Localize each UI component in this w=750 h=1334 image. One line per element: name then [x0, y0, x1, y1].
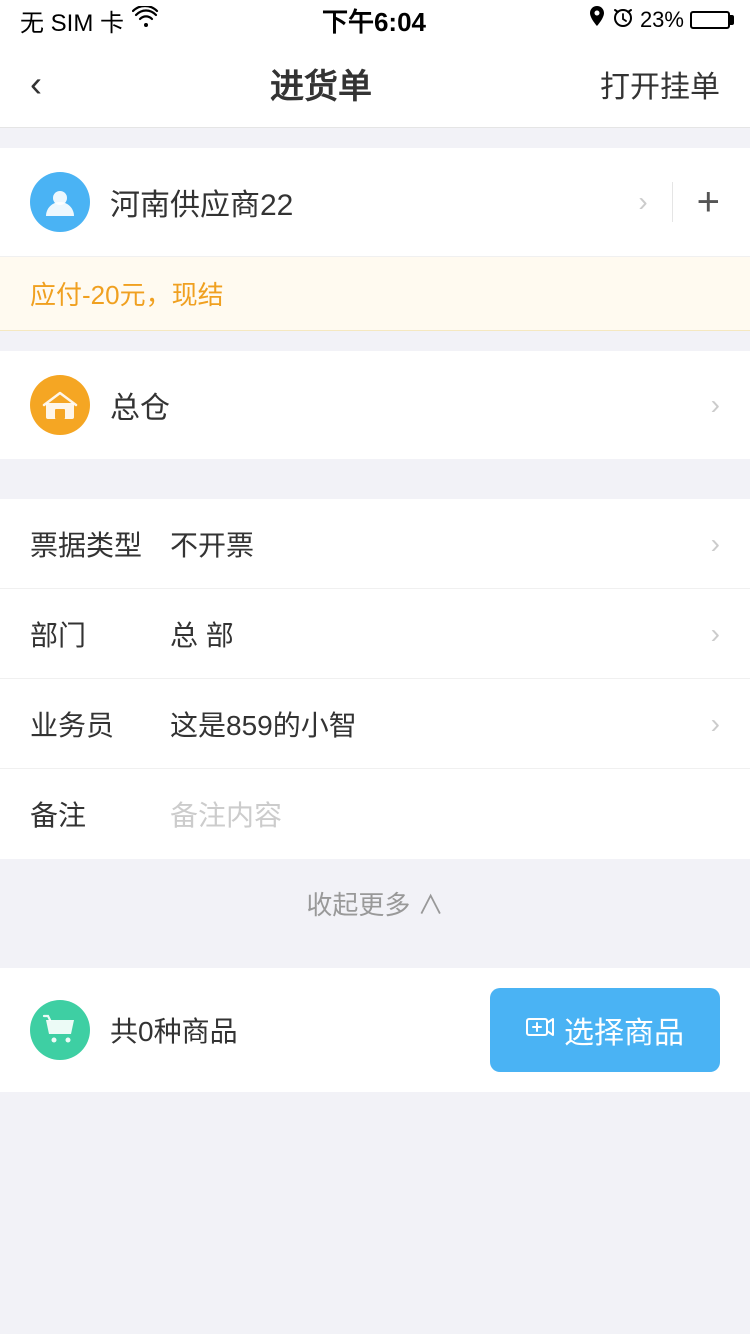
page-title: 进货单 [270, 59, 372, 108]
nav-bar: ‹ 进货单 打开挂单 [0, 40, 750, 128]
department-value: 总 部 [150, 614, 711, 654]
location-icon [588, 6, 606, 34]
status-time: 下午6:04 [322, 2, 426, 39]
alarm-icon [612, 6, 634, 34]
select-product-button[interactable]: 选择商品 [490, 988, 720, 1072]
invoice-chevron-icon: › [711, 528, 720, 560]
wifi-icon [132, 6, 160, 35]
supplier-section: 河南供应商22 › + 应付-20元，现结 [0, 148, 750, 331]
add-supplier-button[interactable]: + [697, 182, 720, 222]
battery-label: 23% [640, 7, 684, 33]
product-count: 共0种商品 [110, 1010, 490, 1050]
salesperson-label: 业务员 [30, 704, 150, 744]
collapse-button[interactable]: 收起更多 ∧ [0, 859, 750, 948]
warehouse-chevron-icon: › [711, 389, 720, 421]
section-gap-3 [0, 459, 750, 479]
remark-label: 备注 [30, 794, 150, 834]
invoice-type-value: 不开票 [150, 524, 711, 564]
warehouse-icon [30, 375, 90, 435]
supplier-avatar [30, 172, 90, 232]
supplier-name: 河南供应商22 [110, 180, 638, 224]
back-button[interactable]: ‹ [30, 63, 42, 105]
salesperson-chevron-icon: › [711, 708, 720, 740]
supplier-divider [672, 182, 673, 222]
select-product-icon [526, 1014, 554, 1046]
battery-icon [690, 11, 730, 29]
carrier-label: 无 SIM 卡 [20, 3, 124, 38]
section-gap-2 [0, 331, 750, 351]
open-pending-button[interactable]: 打开挂单 [600, 62, 720, 106]
department-label: 部门 [30, 614, 150, 654]
product-cart-icon [30, 1000, 90, 1060]
status-bar: 无 SIM 卡 下午6:04 23% [0, 0, 750, 40]
warehouse-row[interactable]: 总仓 › [0, 351, 750, 459]
notice-bar: 应付-20元，现结 [0, 257, 750, 331]
salesperson-row[interactable]: 业务员 这是859的小智 › [0, 679, 750, 769]
form-section: 票据类型 不开票 › 部门 总 部 › 业务员 这是859的小智 › 备注 备注… [0, 499, 750, 859]
status-right: 23% [588, 6, 730, 34]
department-row[interactable]: 部门 总 部 › [0, 589, 750, 679]
department-chevron-icon: › [711, 618, 720, 650]
invoice-type-label: 票据类型 [30, 524, 150, 564]
remark-value[interactable]: 备注内容 [150, 794, 720, 834]
salesperson-value: 这是859的小智 [150, 704, 711, 744]
supplier-chevron-icon: › [638, 186, 647, 218]
warehouse-name: 总仓 [110, 383, 711, 427]
select-product-label: 选择商品 [564, 1008, 684, 1052]
bottom-bar: 共0种商品 选择商品 [0, 968, 750, 1092]
invoice-type-row[interactable]: 票据类型 不开票 › [0, 499, 750, 589]
section-gap-1 [0, 128, 750, 148]
supplier-row[interactable]: 河南供应商22 › + [0, 148, 750, 257]
remark-row[interactable]: 备注 备注内容 [0, 769, 750, 859]
status-left: 无 SIM 卡 [20, 3, 160, 38]
